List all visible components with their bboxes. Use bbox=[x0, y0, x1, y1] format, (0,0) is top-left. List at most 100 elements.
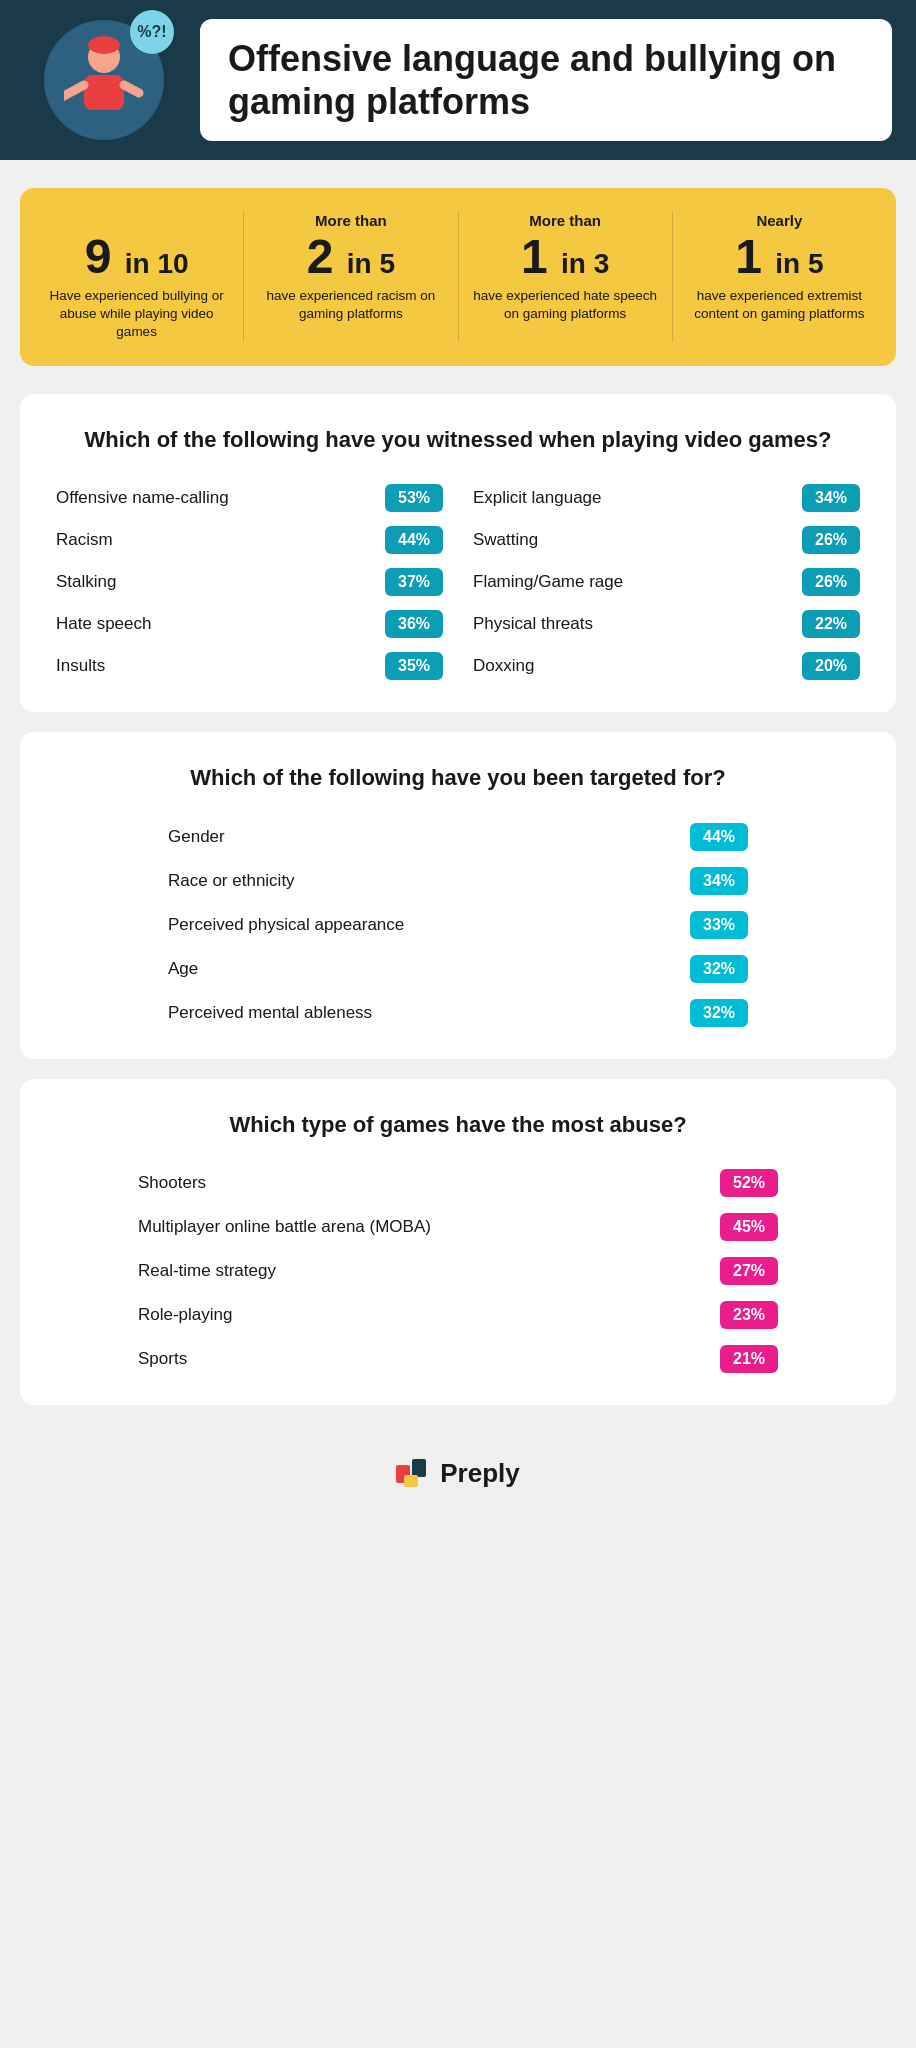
targeted-badge-3: 32% bbox=[690, 955, 748, 983]
games-label-0: Shooters bbox=[138, 1173, 206, 1193]
targeted-label-2: Perceived physical appearance bbox=[168, 915, 404, 935]
svg-rect-7 bbox=[404, 1475, 418, 1487]
witnessed-badge-0: 53% bbox=[385, 484, 443, 512]
stats-bar: 9 in 10 Have experienced bullying or abu… bbox=[20, 188, 896, 366]
witnessed-card: Which of the following have you witnesse… bbox=[20, 394, 896, 713]
witnessed-badge-r3: 22% bbox=[802, 610, 860, 638]
targeted-row-4: Perceived mental ableness 32% bbox=[168, 999, 748, 1027]
witnessed-row-0: Offensive name-calling 53% bbox=[56, 484, 443, 512]
avatar: %?! bbox=[44, 20, 164, 140]
stat-prefix-0 bbox=[40, 212, 233, 229]
witnessed-grid: Offensive name-calling 53% Racism 44% St… bbox=[56, 484, 860, 680]
svg-point-1 bbox=[88, 36, 120, 54]
games-card-title: Which type of games have the most abuse? bbox=[56, 1111, 860, 1140]
stat-item-3: Nearly 1 in 5 have experienced extremist… bbox=[673, 212, 886, 342]
svg-rect-6 bbox=[412, 1459, 426, 1477]
games-badge-3: 23% bbox=[720, 1301, 778, 1329]
games-row-2: Real-time strategy 27% bbox=[138, 1257, 778, 1285]
preply-logo-icon bbox=[396, 1455, 432, 1491]
games-label-3: Role-playing bbox=[138, 1305, 233, 1325]
witnessed-row-3: Hate speech 36% bbox=[56, 610, 443, 638]
witnessed-label-3: Hate speech bbox=[56, 614, 375, 634]
witnessed-label-r1: Swatting bbox=[473, 530, 792, 550]
witnessed-row-r2: Flaming/Game rage 26% bbox=[473, 568, 860, 596]
targeted-row-1: Race or ethnicity 34% bbox=[168, 867, 748, 895]
header: %?! Offensive language and bullying on g… bbox=[0, 0, 916, 160]
witnessed-row-r4: Doxxing 20% bbox=[473, 652, 860, 680]
witnessed-label-r3: Physical threats bbox=[473, 614, 792, 634]
witnessed-label-r0: Explicit language bbox=[473, 488, 792, 508]
stat-desc-0: Have experienced bullying or abuse while… bbox=[40, 287, 233, 342]
stat-number-0: 9 in 10 bbox=[40, 233, 233, 281]
games-row-3: Role-playing 23% bbox=[138, 1301, 778, 1329]
witnessed-row-1: Racism 44% bbox=[56, 526, 443, 554]
games-label-4: Sports bbox=[138, 1349, 187, 1369]
games-row-0: Shooters 52% bbox=[138, 1169, 778, 1197]
stat-prefix-1: More than bbox=[254, 212, 447, 229]
games-label-2: Real-time strategy bbox=[138, 1261, 276, 1281]
speech-bubble-icon: %?! bbox=[130, 10, 174, 54]
witnessed-badge-2: 37% bbox=[385, 568, 443, 596]
preply-brand-name: Preply bbox=[440, 1458, 520, 1489]
witnessed-badge-1: 44% bbox=[385, 526, 443, 554]
stat-prefix-3: Nearly bbox=[683, 212, 876, 229]
targeted-badge-0: 44% bbox=[690, 823, 748, 851]
witnessed-label-4: Insults bbox=[56, 656, 375, 676]
preply-logo: Preply bbox=[396, 1455, 520, 1491]
stat-prefix-2: More than bbox=[469, 212, 662, 229]
header-icon-area: %?! bbox=[24, 20, 184, 140]
games-badge-2: 27% bbox=[720, 1257, 778, 1285]
witnessed-row-r3: Physical threats 22% bbox=[473, 610, 860, 638]
targeted-row-0: Gender 44% bbox=[168, 823, 748, 851]
person-icon bbox=[64, 35, 144, 125]
witnessed-badge-3: 36% bbox=[385, 610, 443, 638]
games-badge-0: 52% bbox=[720, 1169, 778, 1197]
games-row-1: Multiplayer online battle arena (MOBA) 4… bbox=[138, 1213, 778, 1241]
witnessed-badge-r0: 34% bbox=[802, 484, 860, 512]
stat-item-0: 9 in 10 Have experienced bullying or abu… bbox=[30, 212, 244, 342]
witnessed-left-col: Offensive name-calling 53% Racism 44% St… bbox=[56, 484, 443, 680]
targeted-badge-4: 32% bbox=[690, 999, 748, 1027]
stat-desc-1: have experienced racism on gaming platfo… bbox=[254, 287, 447, 323]
targeted-card-title: Which of the following have you been tar… bbox=[56, 764, 860, 793]
witnessed-label-0: Offensive name-calling bbox=[56, 488, 375, 508]
witnessed-row-r0: Explicit language 34% bbox=[473, 484, 860, 512]
stat-desc-3: have experienced extremist content on ga… bbox=[683, 287, 876, 323]
witnessed-row-r1: Swatting 26% bbox=[473, 526, 860, 554]
stat-item-2: More than 1 in 3 have experienced hate s… bbox=[459, 212, 673, 342]
witnessed-row-2: Stalking 37% bbox=[56, 568, 443, 596]
games-badge-4: 21% bbox=[720, 1345, 778, 1373]
targeted-card: Which of the following have you been tar… bbox=[20, 732, 896, 1059]
header-title-box: Offensive language and bullying on gamin… bbox=[200, 19, 892, 141]
targeted-row-2: Perceived physical appearance 33% bbox=[168, 911, 748, 939]
targeted-label-1: Race or ethnicity bbox=[168, 871, 295, 891]
targeted-label-4: Perceived mental ableness bbox=[168, 1003, 372, 1023]
witnessed-label-r2: Flaming/Game rage bbox=[473, 572, 792, 592]
svg-rect-2 bbox=[84, 75, 124, 110]
stat-desc-2: have experienced hate speech on gaming p… bbox=[469, 287, 662, 323]
stat-item-1: More than 2 in 5 have experienced racism… bbox=[244, 212, 458, 342]
games-label-1: Multiplayer online battle arena (MOBA) bbox=[138, 1217, 431, 1237]
footer: Preply bbox=[0, 1425, 916, 1527]
witnessed-card-title: Which of the following have you witnesse… bbox=[56, 426, 860, 455]
stat-number-1: 2 in 5 bbox=[254, 233, 447, 281]
svg-line-4 bbox=[124, 85, 139, 93]
games-row-4: Sports 21% bbox=[138, 1345, 778, 1373]
targeted-label-3: Age bbox=[168, 959, 198, 979]
targeted-label-0: Gender bbox=[168, 827, 225, 847]
witnessed-badge-r1: 26% bbox=[802, 526, 860, 554]
stat-number-3: 1 in 5 bbox=[683, 233, 876, 281]
witnessed-badge-r2: 26% bbox=[802, 568, 860, 596]
games-list: Shooters 52% Multiplayer online battle a… bbox=[138, 1169, 778, 1373]
witnessed-row-4: Insults 35% bbox=[56, 652, 443, 680]
witnessed-label-1: Racism bbox=[56, 530, 375, 550]
witnessed-label-r4: Doxxing bbox=[473, 656, 792, 676]
games-badge-1: 45% bbox=[720, 1213, 778, 1241]
targeted-badge-2: 33% bbox=[690, 911, 748, 939]
svg-line-3 bbox=[64, 85, 84, 97]
witnessed-right-col: Explicit language 34% Swatting 26% Flami… bbox=[473, 484, 860, 680]
header-title: Offensive language and bullying on gamin… bbox=[228, 37, 864, 123]
witnessed-badge-r4: 20% bbox=[802, 652, 860, 680]
witnessed-badge-4: 35% bbox=[385, 652, 443, 680]
stat-number-2: 1 in 3 bbox=[469, 233, 662, 281]
